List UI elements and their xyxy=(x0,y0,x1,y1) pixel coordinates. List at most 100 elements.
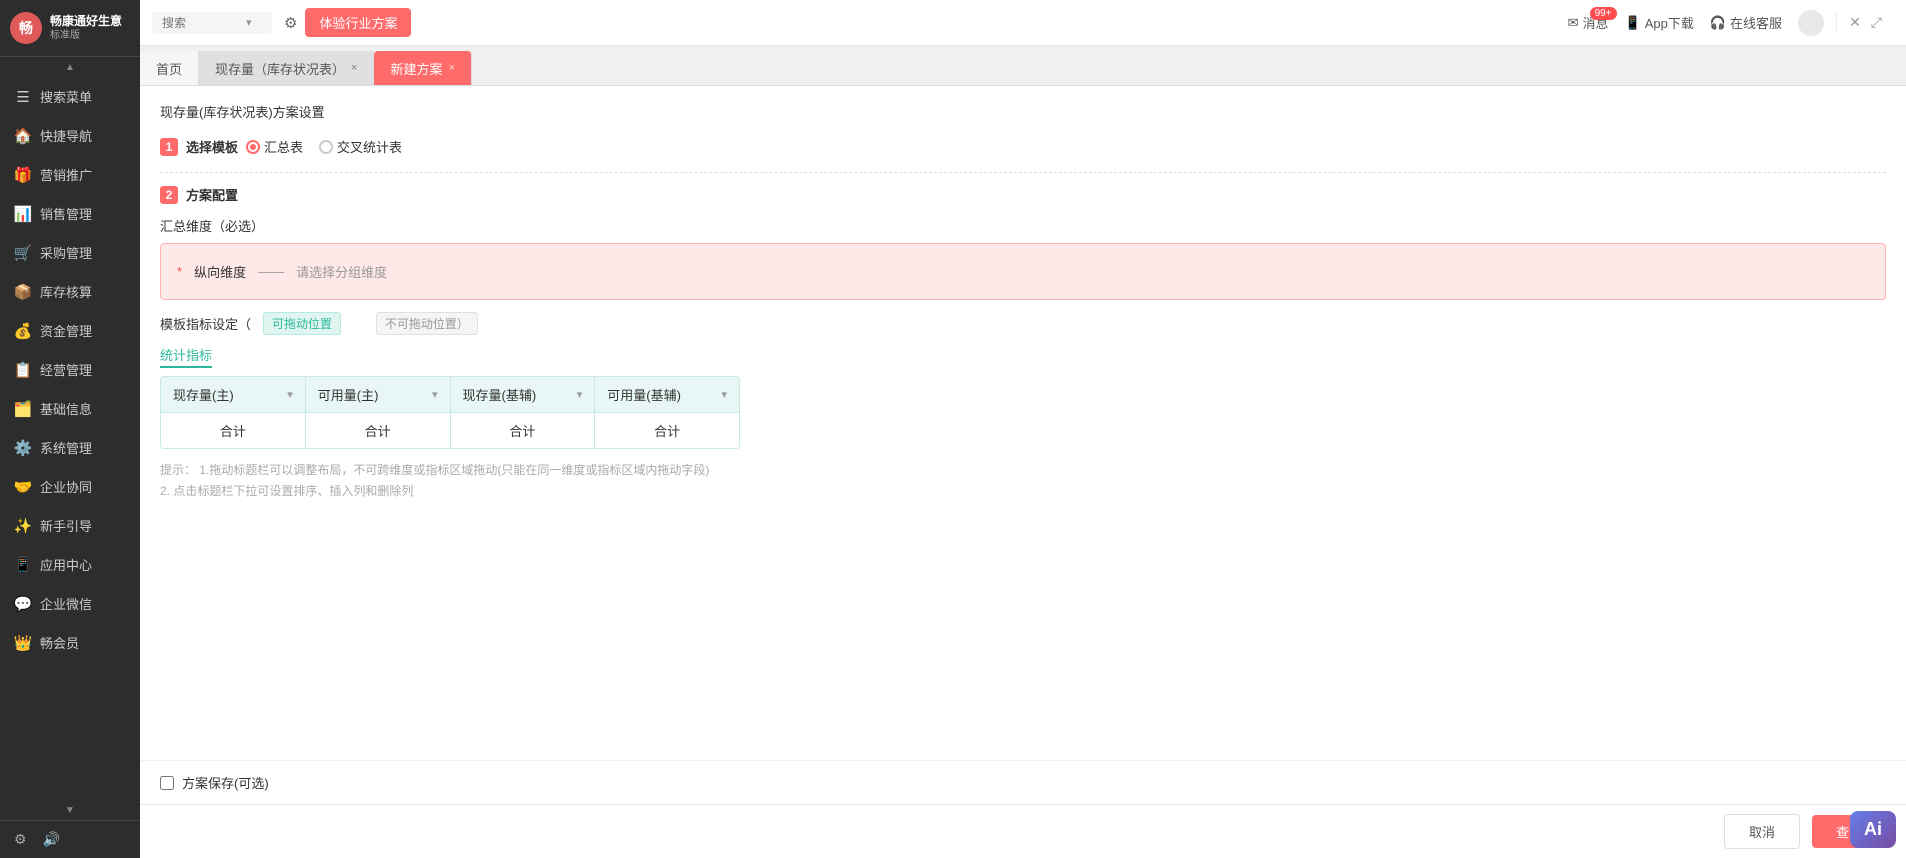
search-menu-icon: ☰ xyxy=(14,88,32,106)
user-profile[interactable] xyxy=(1798,10,1828,36)
service-icon: 🎧 xyxy=(1710,15,1726,31)
sidebar-item-label: 销售管理 xyxy=(40,204,92,223)
weixin-icon: 💬 xyxy=(14,595,32,613)
newguide-icon: ✨ xyxy=(14,517,32,535)
sidebar-item-enterprise[interactable]: 🤝 企业协同 xyxy=(0,467,140,506)
template-radio-group: 汇总表 交叉统计表 xyxy=(246,137,402,156)
col-available-aux[interactable]: 可用量(基辅) ▾ xyxy=(595,377,739,412)
trial-button[interactable]: 体验行业方案 xyxy=(305,8,411,37)
topbar-right: ✉ 消息 99+ 📱 App下载 🎧 在线客服 xyxy=(1568,10,1828,36)
sidebar-item-label: 快捷导航 xyxy=(40,126,92,145)
sidebar-item-inventory[interactable]: 📦 库存核算 xyxy=(0,272,140,311)
sidebar-bottom: ⚙ 🔊 xyxy=(0,820,140,858)
col-current-aux-dropdown[interactable]: ▾ xyxy=(577,388,583,401)
tip-2: 2. 点击标题栏下拉可设置排序、插入列和删除列 xyxy=(160,482,1886,499)
sidebar-item-label: 库存核算 xyxy=(40,282,92,301)
sidebar-item-label: 应用中心 xyxy=(40,555,92,574)
col-current-aux[interactable]: 现存量(基辅) ▾ xyxy=(451,377,596,412)
indicator-label: 模板指标设定（ xyxy=(160,314,251,333)
radio-summary-circle xyxy=(246,140,260,154)
col-available-aux-dropdown[interactable]: ▾ xyxy=(721,388,727,401)
search-dropdown-icon[interactable]: ▾ xyxy=(246,16,252,29)
sidebar-item-quick-nav[interactable]: 🏠 快捷导航 xyxy=(0,116,140,155)
dim-arrow: —— xyxy=(258,264,284,279)
enterprise-icon: 🤝 xyxy=(14,478,32,496)
app-download-button[interactable]: 📱 App下载 xyxy=(1625,13,1694,32)
save-scheme-checkbox[interactable] xyxy=(160,776,174,790)
col-available-main-dropdown[interactable]: ▾ xyxy=(432,388,438,401)
marketing-icon: 🎁 xyxy=(14,166,32,184)
cell-available-aux: 合计 xyxy=(595,413,739,448)
sidebar-item-sales[interactable]: 📊 销售管理 xyxy=(0,194,140,233)
sidebar-item-label: 畅会员 xyxy=(40,633,79,652)
radio-summary[interactable]: 汇总表 xyxy=(246,137,303,156)
col-available-aux-label: 可用量(基辅) xyxy=(607,385,681,404)
sidebar-nav: ☰ 搜索菜单 🏠 快捷导航 🎁 营销推广 📊 销售管理 🛒 采购管理 📦 库存核… xyxy=(0,77,140,800)
finance-icon: 💰 xyxy=(14,322,32,340)
sidebar-item-newguide[interactable]: ✨ 新手引导 xyxy=(0,506,140,545)
section1-header: 1 选择模板 汇总表 交叉统计表 xyxy=(160,137,1886,156)
sidebar-item-label: 营销推广 xyxy=(40,165,92,184)
col-current-main[interactable]: 现存量(主) ▾ xyxy=(161,377,306,412)
section2-num: 2 xyxy=(160,186,178,204)
sidebar-item-weixin[interactable]: 💬 企业微信 xyxy=(0,584,140,623)
sidebar-item-purchase[interactable]: 🛒 采购管理 xyxy=(0,233,140,272)
ai-badge[interactable]: Ai xyxy=(1850,811,1896,848)
service-label: 在线客服 xyxy=(1730,13,1782,32)
message-button[interactable]: ✉ 消息 99+ xyxy=(1568,13,1609,32)
col-current-aux-label: 现存量(基辅) xyxy=(463,385,537,404)
topbar-search-box[interactable]: ▾ xyxy=(152,12,272,34)
sidebar-item-basics[interactable]: 🗂️ 基础信息 xyxy=(0,389,140,428)
sidebar-item-label: 搜索菜单 xyxy=(40,87,92,106)
sidebar-item-search-menu[interactable]: ☰ 搜索菜单 xyxy=(0,77,140,116)
non-draggable-tag: 不可拖动位置） xyxy=(376,312,478,335)
indicator-row: 模板指标设定（ 可拖动位置 不可拖动位置） xyxy=(160,312,1886,335)
radio-cross-label: 交叉统计表 xyxy=(337,137,402,156)
sidebar-scroll-up[interactable]: ▲ xyxy=(0,57,140,77)
col-available-main[interactable]: 可用量(主) ▾ xyxy=(306,377,451,412)
expand-icon[interactable]: ⤢ xyxy=(1869,12,1884,33)
sidebar: 畅 畅康通好生意 标准版 ▲ ☰ 搜索菜单 🏠 快捷导航 🎁 营销推广 📊 销售… xyxy=(0,0,140,858)
tab-inventory-close[interactable]: × xyxy=(351,62,357,74)
tab-home[interactable]: 首页 xyxy=(140,51,199,85)
section-config: 2 方案配置 汇总维度（必选） * 纵向维度 —— 请选择分组维度 模板指标设定… xyxy=(160,185,1886,499)
settings-icon[interactable]: ⚙ xyxy=(14,831,27,848)
stats-table-row: 合计 合计 合计 合计 xyxy=(161,412,739,448)
sidebar-item-system[interactable]: ⚙️ 系统管理 xyxy=(0,428,140,467)
sidebar-scroll-down[interactable]: ▼ xyxy=(0,800,140,820)
dim-vertical-label: 纵向维度 xyxy=(194,262,246,281)
stats-section-label: 统计指标 xyxy=(160,345,212,368)
inventory-icon: 📦 xyxy=(14,283,32,301)
system-icon: ⚙️ xyxy=(14,439,32,457)
sidebar-item-appcenter[interactable]: 📱 应用中心 xyxy=(0,545,140,584)
sidebar-item-marketing[interactable]: 🎁 营销推广 xyxy=(0,155,140,194)
radio-cross[interactable]: 交叉统计表 xyxy=(319,137,402,156)
sidebar-item-operations[interactable]: 📋 经营管理 xyxy=(0,350,140,389)
tab-new-scheme-close[interactable]: × xyxy=(448,62,454,74)
main-area: ▾ ⚙ 体验行业方案 ✉ 消息 99+ 📱 App下载 🎧 在线客服 xyxy=(140,0,1906,858)
tab-new-scheme[interactable]: 新建方案 × xyxy=(374,51,471,85)
col-current-main-dropdown[interactable]: ▾ xyxy=(287,388,293,401)
app-icon: 📱 xyxy=(1625,15,1641,31)
section2-header: 2 方案配置 xyxy=(160,185,1886,204)
draggable-tag: 可拖动位置 xyxy=(263,312,341,335)
sidebar-item-member[interactable]: 👑 畅会员 xyxy=(0,623,140,662)
tab-home-label: 首页 xyxy=(156,59,182,78)
sidebar-item-finance[interactable]: 💰 资金管理 xyxy=(0,311,140,350)
cell-current-main: 合计 xyxy=(161,413,306,448)
cancel-button[interactable]: 取消 xyxy=(1724,814,1800,849)
tabs-bar: 首页 现存量（库存状况表） × 新建方案 × xyxy=(140,46,1906,86)
sidebar-item-label: 新手引导 xyxy=(40,516,92,535)
topbar-gear-icon[interactable]: ⚙ xyxy=(284,14,297,32)
sound-icon[interactable]: 🔊 xyxy=(43,831,60,848)
search-input[interactable] xyxy=(162,16,242,30)
tab-inventory-status[interactable]: 现存量（库存状况表） × xyxy=(199,51,374,85)
save-scheme-label: 方案保存(可选) xyxy=(182,773,269,792)
section1-title: 选择模板 xyxy=(186,137,238,156)
tab-new-scheme-label: 新建方案 xyxy=(390,59,442,78)
appcenter-icon: 📱 xyxy=(14,556,32,574)
col-current-main-label: 现存量(主) xyxy=(173,385,234,404)
close-icon[interactable]: ✕ xyxy=(1847,12,1863,33)
service-button[interactable]: 🎧 在线客服 xyxy=(1710,13,1782,32)
indicator-sep xyxy=(353,316,364,331)
